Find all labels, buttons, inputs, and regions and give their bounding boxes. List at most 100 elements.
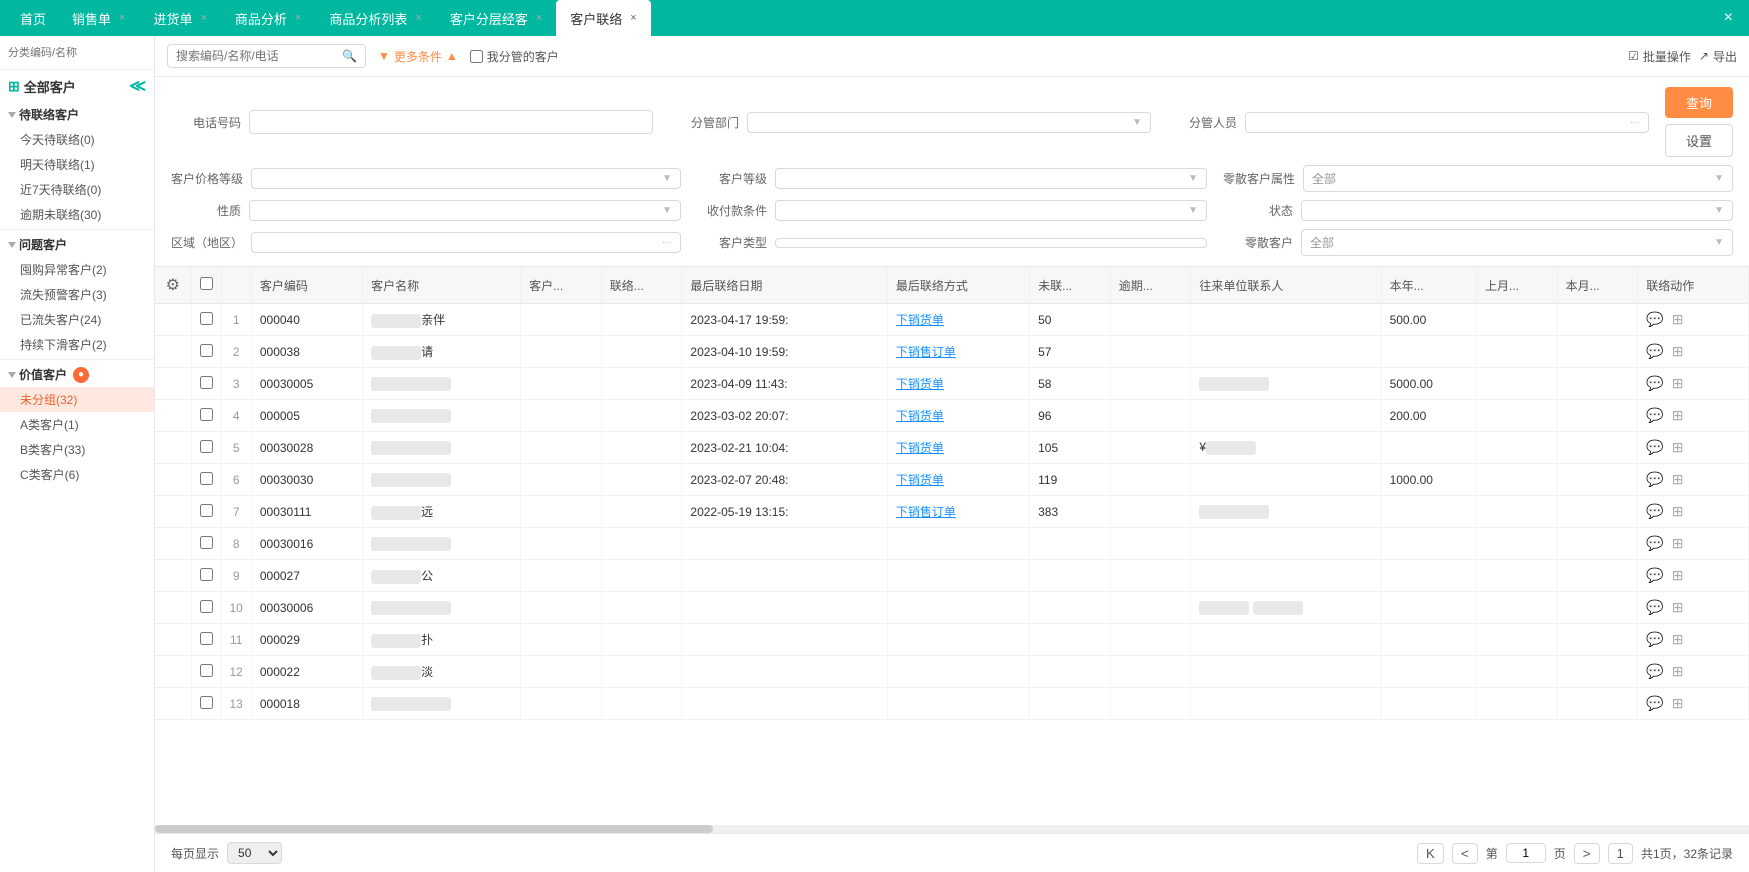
row-customer-name[interactable]	[363, 592, 521, 624]
row-last-contact-method[interactable]: 下销货单	[887, 432, 1029, 464]
filter-cust-level-select[interactable]: ▼	[775, 168, 1207, 189]
row-checkbox-cell[interactable]	[191, 624, 221, 656]
close-analysis-list-tab[interactable]: ×	[415, 12, 421, 24]
col-unit-contact[interactable]: 往来单位联系人	[1191, 267, 1381, 304]
tab-analysis[interactable]: 商品分析 ×	[221, 0, 315, 36]
row-checkbox[interactable]	[200, 408, 213, 421]
nav-home[interactable]: 首页	[8, 9, 58, 28]
first-page-btn[interactable]: K	[1417, 843, 1444, 864]
row-customer-name[interactable]: 远	[363, 496, 521, 528]
contact-method-link[interactable]: 下销货单	[896, 441, 944, 455]
message-action-icon[interactable]: 💬	[1646, 503, 1663, 520]
col-customer-code[interactable]: 客户编码	[251, 267, 362, 304]
filter-status-select[interactable]: ▼	[1301, 200, 1733, 221]
message-action-icon[interactable]: 💬	[1646, 567, 1663, 584]
row-checkbox-cell[interactable]	[191, 304, 221, 336]
sidebar-item-tomorrow[interactable]: 明天待联络(1)	[0, 152, 154, 177]
col-select-all[interactable]	[191, 267, 221, 304]
row-checkbox-cell[interactable]	[191, 432, 221, 464]
grid-action-icon[interactable]: ⊞	[1672, 439, 1684, 456]
row-last-contact-method[interactable]	[887, 528, 1029, 560]
sidebar-item-churned[interactable]: 已流失客户(24)	[0, 307, 154, 332]
contact-method-link[interactable]: 下销货单	[896, 313, 944, 327]
message-action-icon[interactable]: 💬	[1646, 311, 1663, 328]
row-checkbox-cell[interactable]	[191, 336, 221, 368]
grid-action-icon[interactable]: ⊞	[1672, 599, 1684, 616]
export-btn[interactable]: ↗ 导出	[1699, 48, 1737, 65]
sidebar-item-class-b[interactable]: B类客户(33)	[0, 437, 154, 462]
filter-search-input[interactable]	[176, 49, 336, 63]
contact-method-link[interactable]: 下销货单	[896, 473, 944, 487]
row-last-contact-method[interactable]	[887, 592, 1029, 624]
select-all-checkbox[interactable]	[200, 277, 213, 290]
last-page-btn[interactable]: 1	[1608, 843, 1633, 864]
col-this-year[interactable]: 本年...	[1381, 267, 1476, 304]
sidebar-search-input[interactable]	[8, 47, 150, 59]
row-last-contact-method[interactable]: 下销货单	[887, 464, 1029, 496]
row-customer-name[interactable]	[363, 528, 521, 560]
batch-operation-btn[interactable]: ☑ 批量操作	[1628, 48, 1691, 65]
message-action-icon[interactable]: 💬	[1646, 695, 1663, 712]
message-action-icon[interactable]: 💬	[1646, 663, 1663, 680]
row-checkbox[interactable]	[200, 536, 213, 549]
sidebar-item-ungrouped[interactable]: 未分组(32)	[0, 387, 154, 412]
row-last-contact-method[interactable]	[887, 560, 1029, 592]
col-last-contact-method[interactable]: 最后联络方式	[887, 267, 1029, 304]
sidebar-group-pending[interactable]: 待联络客户	[0, 102, 154, 127]
col-overdue[interactable]: 逾期...	[1110, 267, 1191, 304]
close-sales-tab[interactable]: ×	[119, 12, 125, 24]
sidebar-item-class-c[interactable]: C类客户(6)	[0, 462, 154, 487]
tab-analysis-list[interactable]: 商品分析列表 ×	[315, 0, 435, 36]
sidebar-item-today[interactable]: 今天待联络(0)	[0, 127, 154, 152]
filter-manager-select[interactable]: ···	[1245, 112, 1649, 133]
row-last-contact-method[interactable]	[887, 656, 1029, 688]
close-customer-seg-tab[interactable]: ×	[536, 12, 542, 24]
row-checkbox-cell[interactable]	[191, 368, 221, 400]
reset-button[interactable]: 设置	[1665, 124, 1733, 157]
sidebar-group-value[interactable]: 价值客户 ●	[0, 362, 154, 387]
filter-more-btn[interactable]: ▼ 更多条件 ▲	[378, 48, 458, 65]
col-no-contact[interactable]: 未联...	[1030, 267, 1111, 304]
row-customer-name[interactable]	[363, 400, 521, 432]
horizontal-scrollbar[interactable]	[155, 825, 1749, 833]
row-customer-name[interactable]: 请	[363, 336, 521, 368]
filter-region-select[interactable]: ···	[251, 232, 681, 253]
filter-retail-cust-select[interactable]: 全部 ▼	[1301, 229, 1733, 256]
filter-nature-select[interactable]: ▼	[249, 200, 681, 221]
row-checkbox-cell[interactable]	[191, 560, 221, 592]
row-checkbox[interactable]	[200, 376, 213, 389]
page-number-input[interactable]	[1506, 843, 1546, 863]
sidebar-item-class-a[interactable]: A类客户(1)	[0, 412, 154, 437]
row-checkbox[interactable]	[200, 440, 213, 453]
row-checkbox[interactable]	[200, 312, 213, 325]
collapse-sidebar-icon[interactable]: ≪	[129, 76, 146, 96]
col-last-contact-date[interactable]: 最后联络日期	[682, 267, 887, 304]
grid-action-icon[interactable]: ⊞	[1672, 375, 1684, 392]
close-all-button[interactable]: ×	[1716, 9, 1741, 27]
row-checkbox[interactable]	[200, 696, 213, 709]
grid-action-icon[interactable]: ⊞	[1672, 503, 1684, 520]
row-last-contact-method[interactable]	[887, 688, 1029, 720]
row-checkbox-cell[interactable]	[191, 688, 221, 720]
row-checkbox[interactable]	[200, 600, 213, 613]
message-action-icon[interactable]: 💬	[1646, 471, 1663, 488]
message-action-icon[interactable]: 💬	[1646, 407, 1663, 424]
col-contact[interactable]: 联络...	[601, 267, 682, 304]
sidebar-item-abnormal[interactable]: 囤购异常客户(2)	[0, 257, 154, 282]
filter-search-container[interactable]: 🔍	[167, 44, 366, 68]
contact-method-link[interactable]: 下销货单	[896, 409, 944, 423]
sidebar-item-declining[interactable]: 持续下滑客户(2)	[0, 332, 154, 357]
filter-cust-type-select[interactable]	[775, 238, 1207, 248]
col-customer-type[interactable]: 客户...	[521, 267, 602, 304]
tab-customer-seg[interactable]: 客户分层经客 ×	[436, 0, 556, 36]
row-last-contact-method[interactable]: 下销货单	[887, 400, 1029, 432]
sidebar-item-overdue[interactable]: 逾期未联络(30)	[0, 202, 154, 227]
message-action-icon[interactable]: 💬	[1646, 375, 1663, 392]
row-customer-name[interactable]	[363, 432, 521, 464]
next-page-btn[interactable]: >	[1574, 843, 1600, 864]
message-action-icon[interactable]: 💬	[1646, 439, 1663, 456]
row-customer-name[interactable]	[363, 464, 521, 496]
row-checkbox[interactable]	[200, 664, 213, 677]
row-checkbox[interactable]	[200, 472, 213, 485]
close-customer-contact-tab[interactable]: ×	[630, 12, 636, 24]
